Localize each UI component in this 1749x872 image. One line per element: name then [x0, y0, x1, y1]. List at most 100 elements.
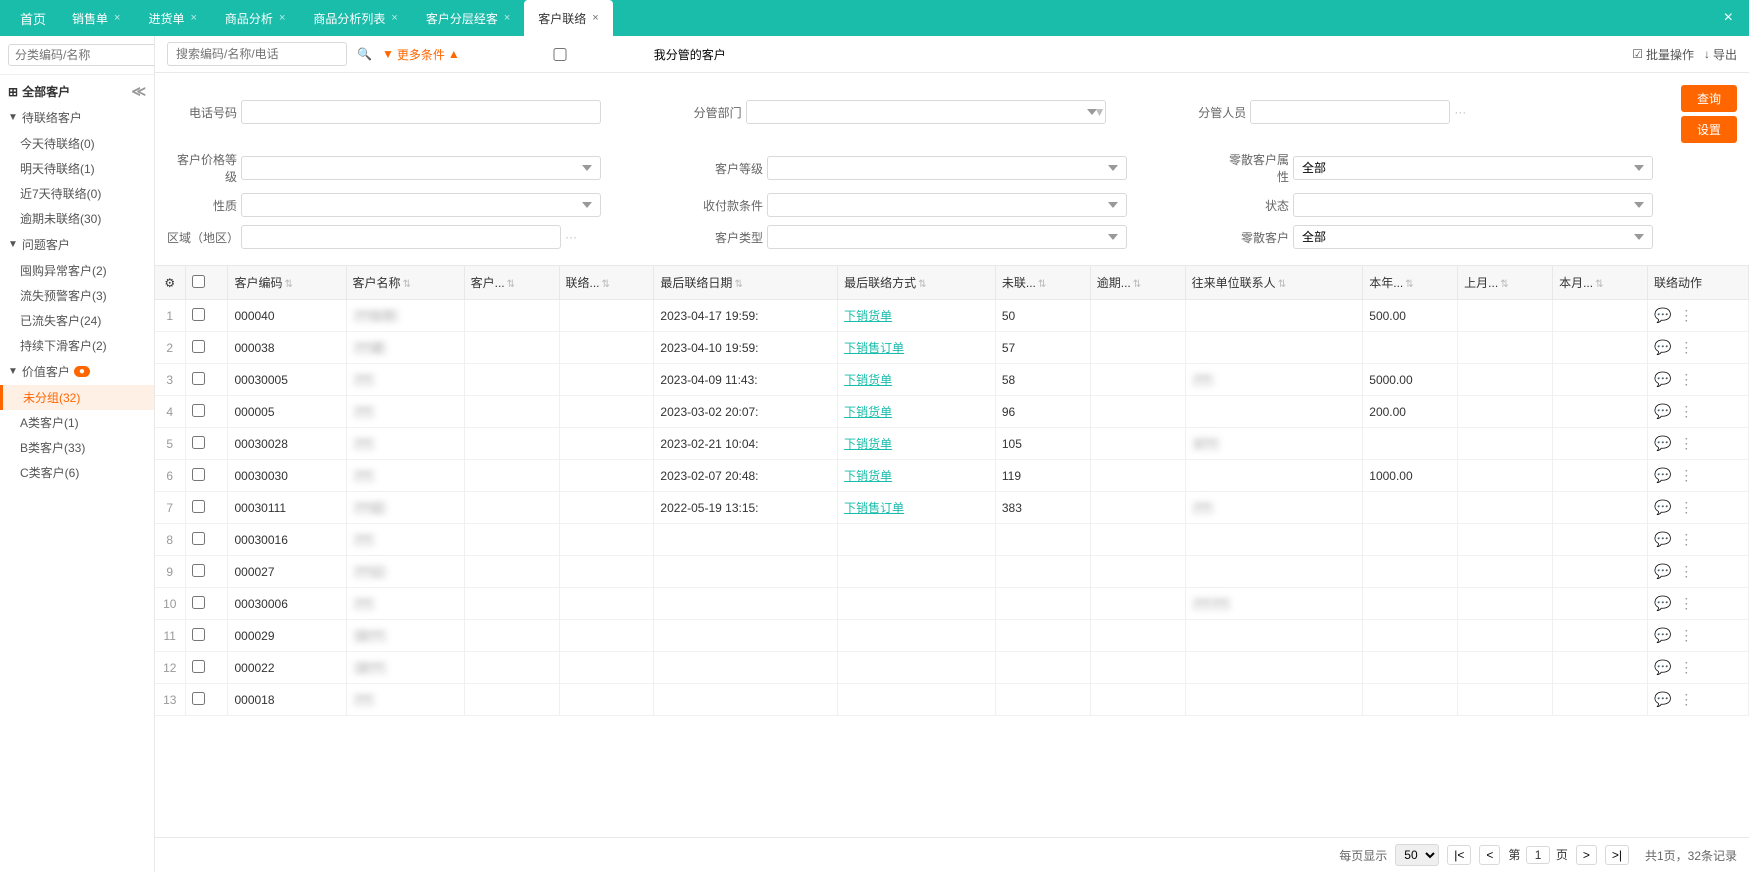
contact-method-link[interactable]: 下销售订单: [844, 341, 904, 355]
message-icon[interactable]: 💬: [1654, 659, 1671, 676]
phone-input[interactable]: [241, 100, 601, 124]
row-checkbox[interactable]: [192, 596, 205, 609]
last-page-btn[interactable]: >|: [1605, 845, 1629, 865]
close-icon[interactable]: ×: [504, 12, 510, 24]
row-checkbox[interactable]: [192, 372, 205, 385]
batch-ops-btn[interactable]: ☑ 批量操作: [1632, 46, 1694, 63]
contact-method-link[interactable]: 下销货单: [844, 405, 892, 419]
message-icon[interactable]: 💬: [1654, 467, 1671, 484]
more-icon[interactable]: ···: [1454, 105, 1466, 119]
td-checkbox[interactable]: [185, 684, 228, 716]
close-icon[interactable]: ×: [279, 12, 285, 24]
first-page-btn[interactable]: |<: [1447, 845, 1471, 865]
message-icon[interactable]: 💬: [1654, 563, 1671, 580]
close-icon[interactable]: ×: [592, 12, 598, 24]
grid-action-icon[interactable]: ⋮: [1679, 307, 1693, 324]
retail-attr-select[interactable]: 全部: [1293, 156, 1653, 180]
row-checkbox[interactable]: [192, 436, 205, 449]
payment-select[interactable]: [767, 193, 1127, 217]
sidebar-item-churn-warning[interactable]: 流失预警客户(3): [0, 283, 154, 308]
sidebar-item-ungraded[interactable]: 未分组(32): [0, 385, 154, 410]
more-conditions-btn[interactable]: ▼ 更多条件 ▲: [382, 46, 460, 63]
grid-action-icon[interactable]: ⋮: [1679, 339, 1693, 356]
sidebar-item-class-a[interactable]: A类客户(1): [0, 410, 154, 435]
grid-action-icon[interactable]: ⋮: [1679, 595, 1693, 612]
nav-item-purchase[interactable]: 进货单 ×: [134, 0, 210, 36]
message-icon[interactable]: 💬: [1654, 595, 1671, 612]
sidebar-item-tomorrow-pending[interactable]: 明天待联络(1): [0, 156, 154, 181]
sidebar-item-class-b[interactable]: B类客户(33): [0, 435, 154, 460]
reset-button[interactable]: 设置: [1681, 116, 1737, 143]
collapse-icon[interactable]: ≪: [131, 83, 146, 100]
td-checkbox[interactable]: [185, 300, 228, 332]
row-checkbox[interactable]: [192, 404, 205, 417]
contact-method-link[interactable]: 下销货单: [844, 373, 892, 387]
contact-method-link[interactable]: 下销售订单: [844, 501, 904, 515]
window-close-button[interactable]: ×: [1716, 9, 1741, 27]
region-more-icon[interactable]: ···: [565, 230, 577, 244]
sidebar-item-abnormal[interactable]: 囤购异常客户(2): [0, 258, 154, 283]
customer-type-select[interactable]: [767, 225, 1127, 249]
export-btn[interactable]: ↓ 导出: [1704, 46, 1737, 63]
td-checkbox[interactable]: [185, 364, 228, 396]
sidebar-item-churned[interactable]: 已流失客户(24): [0, 308, 154, 333]
dept-select[interactable]: [746, 100, 1106, 124]
row-checkbox[interactable]: [192, 500, 205, 513]
message-icon[interactable]: 💬: [1654, 531, 1671, 548]
grid-action-icon[interactable]: ⋮: [1679, 531, 1693, 548]
sidebar-item-overdue[interactable]: 逾期未联络(30): [0, 206, 154, 231]
row-checkbox[interactable]: [192, 532, 205, 545]
td-checkbox[interactable]: [185, 620, 228, 652]
customer-level-select[interactable]: [767, 156, 1127, 180]
td-checkbox[interactable]: [185, 652, 228, 684]
row-checkbox[interactable]: [192, 308, 205, 321]
sidebar-item-class-c[interactable]: C类客户(6): [0, 460, 154, 485]
grid-action-icon[interactable]: ⋮: [1679, 435, 1693, 452]
contact-method-link[interactable]: 下销货单: [844, 469, 892, 483]
nav-item-analysis-list[interactable]: 商品分析列表 ×: [299, 0, 411, 36]
th-settings[interactable]: ⚙: [155, 266, 185, 300]
message-icon[interactable]: 💬: [1654, 499, 1671, 516]
nav-item-sales[interactable]: 销售单 ×: [58, 0, 134, 36]
th-checkbox[interactable]: [185, 266, 228, 300]
message-icon[interactable]: 💬: [1654, 339, 1671, 356]
td-checkbox[interactable]: [185, 332, 228, 364]
row-checkbox[interactable]: [192, 340, 205, 353]
message-icon[interactable]: 💬: [1654, 371, 1671, 388]
grid-action-icon[interactable]: ⋮: [1679, 403, 1693, 420]
td-checkbox[interactable]: [185, 396, 228, 428]
td-checkbox[interactable]: [185, 524, 228, 556]
td-checkbox[interactable]: [185, 492, 228, 524]
row-checkbox[interactable]: [192, 564, 205, 577]
sidebar-item-today-pending[interactable]: 今天待联络(0): [0, 131, 154, 156]
sidebar-search-input[interactable]: [8, 44, 155, 66]
manager-input[interactable]: [1250, 100, 1450, 124]
my-customers-checkbox[interactable]: [470, 48, 650, 61]
sidebar-item-declining[interactable]: 持续下滑客户(2): [0, 333, 154, 358]
price-level-select[interactable]: [241, 156, 601, 180]
gender-select[interactable]: [241, 193, 601, 217]
grid-action-icon[interactable]: ⋮: [1679, 627, 1693, 644]
td-checkbox[interactable]: [185, 428, 228, 460]
region-input[interactable]: [241, 225, 561, 249]
row-checkbox[interactable]: [192, 660, 205, 673]
td-checkbox[interactable]: [185, 460, 228, 492]
grid-action-icon[interactable]: ⋮: [1679, 467, 1693, 484]
score-group[interactable]: ▼ 价值客户 ●: [0, 358, 154, 385]
contact-method-link[interactable]: 下销货单: [844, 437, 892, 451]
grid-action-icon[interactable]: ⋮: [1679, 371, 1693, 388]
query-button[interactable]: 查询: [1681, 85, 1737, 112]
next-page-btn[interactable]: >: [1576, 845, 1597, 865]
message-icon[interactable]: 💬: [1654, 435, 1671, 452]
pending-group[interactable]: ▼ 待联络客户: [0, 104, 154, 131]
prev-page-btn[interactable]: <: [1479, 845, 1500, 865]
nav-item-analysis[interactable]: 商品分析 ×: [211, 0, 299, 36]
close-icon[interactable]: ×: [391, 12, 397, 24]
search-input[interactable]: [167, 42, 347, 66]
row-checkbox[interactable]: [192, 628, 205, 641]
filter-search-icon[interactable]: 🔍: [357, 47, 372, 61]
message-icon[interactable]: 💬: [1654, 307, 1671, 324]
status-select[interactable]: [1293, 193, 1653, 217]
row-checkbox[interactable]: [192, 692, 205, 705]
grid-action-icon[interactable]: ⋮: [1679, 691, 1693, 708]
